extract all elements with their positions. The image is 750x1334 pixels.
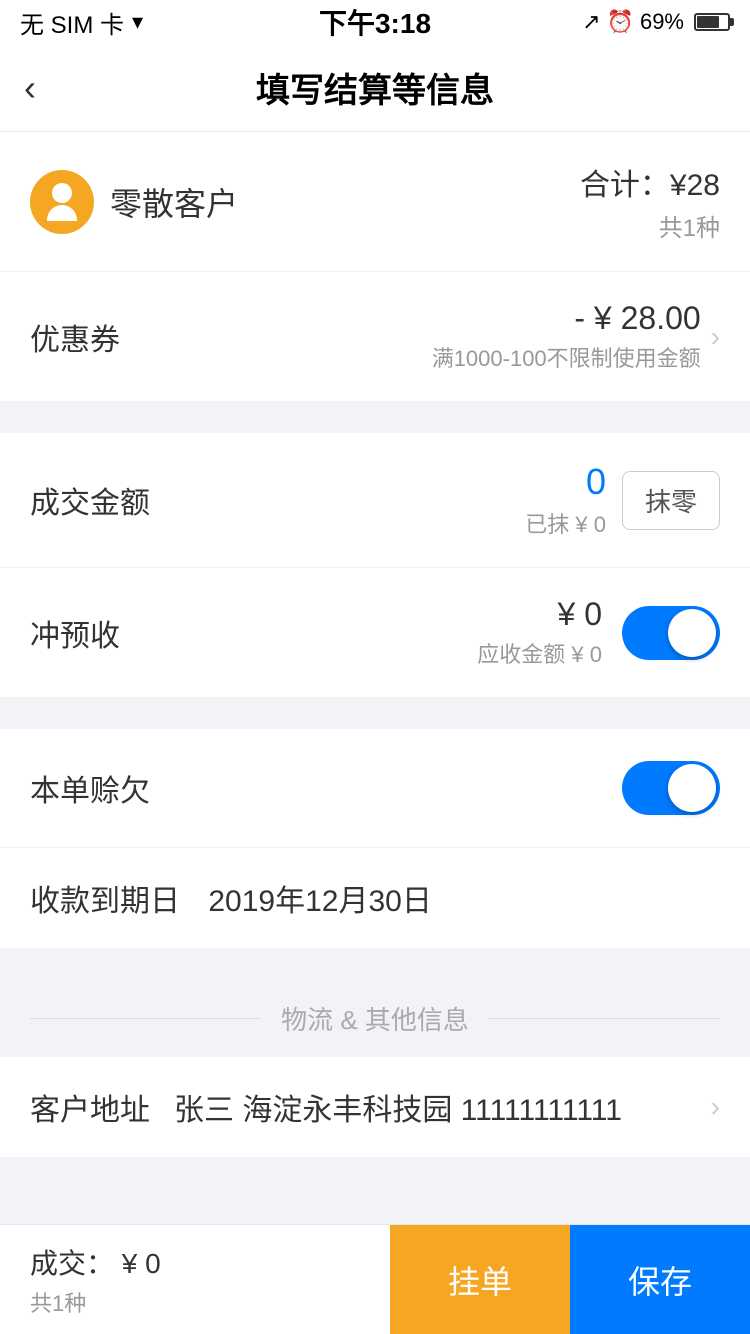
total-amount: 合计：¥28	[580, 160, 720, 204]
address-label: 客户地址	[30, 1085, 150, 1129]
round-button[interactable]: 抹零	[622, 471, 720, 530]
deal-amount-label: 成交金额	[30, 478, 150, 522]
battery-percentage: 69%	[640, 9, 684, 35]
credit-toggle-knob	[668, 764, 716, 812]
coupon-info: - ¥ 28.00 满1000-100不限制使用金额	[432, 300, 701, 373]
carrier-label: 无 SIM 卡	[20, 5, 124, 40]
battery-icon	[694, 13, 730, 31]
address-chevron-icon: ›	[711, 1091, 720, 1123]
section-divider	[0, 417, 750, 433]
avatar	[30, 170, 94, 234]
alarm-icon: ⏰	[607, 9, 634, 35]
coupon-desc: 满1000-100不限制使用金额	[432, 341, 701, 373]
deal-amount-area: 0 已抹 ¥ 0	[525, 461, 606, 539]
customer-row: 零散客户 合计：¥28 共1种	[0, 132, 750, 271]
due-date-value: 2019年12月30日	[208, 885, 431, 918]
hang-order-button[interactable]: 挂单	[390, 1225, 570, 1334]
due-date-row: 收款到期日 2019年12月30日	[0, 847, 750, 948]
customer-name: 零散客户	[110, 179, 238, 225]
wifi-icon: ▾	[132, 9, 143, 35]
prepay-row: 冲预收 ¥ 0 应收金额 ¥ 0	[0, 567, 750, 697]
prepay-right: ¥ 0 应收金额 ¥ 0	[477, 596, 720, 669]
due-date-label: 收款到期日	[30, 885, 180, 918]
bottom-deal-label: 成交： ¥ 0	[30, 1242, 360, 1282]
prepay-amount: ¥ 0	[477, 596, 602, 633]
section-divider-3	[0, 964, 750, 980]
page-title: 填写结算等信息	[256, 63, 494, 112]
status-left: 无 SIM 卡 ▾	[20, 5, 143, 40]
address-row[interactable]: 客户地址 张三 海淀永丰科技园 11111111111 ›	[0, 1057, 750, 1157]
deal-right: 0 已抹 ¥ 0 抹零	[525, 461, 720, 539]
coupon-row[interactable]: 优惠券 - ¥ 28.00 满1000-100不限制使用金额 ›	[0, 271, 750, 401]
deal-value: 0	[525, 461, 606, 503]
bottom-count: 共1种	[30, 1286, 360, 1318]
coupon-label: 优惠券	[30, 315, 120, 359]
coupon-right: - ¥ 28.00 满1000-100不限制使用金额 ›	[432, 300, 720, 373]
prepay-label: 冲预收	[30, 611, 120, 655]
bottom-bar: 成交： ¥ 0 共1种 挂单 保存	[0, 1224, 750, 1334]
bottom-deal-value: ¥ 0	[122, 1248, 161, 1279]
coupon-amount: - ¥ 28.00	[432, 300, 701, 337]
location-icon: ↗	[582, 9, 600, 35]
chevron-right-icon: ›	[711, 321, 720, 353]
logistics-label: 物流 & 其他信息	[261, 1000, 489, 1037]
address-value: 张三 海淀永丰科技园 11111111111	[174, 1085, 711, 1129]
prepay-info: ¥ 0 应收金额 ¥ 0	[477, 596, 602, 669]
deal-sub: 已抹 ¥ 0	[525, 507, 606, 539]
prepay-sub: 应收金额 ¥ 0	[477, 637, 602, 669]
status-bar: 无 SIM 卡 ▾ 下午3:18 ↗ ⏰ 69%	[0, 0, 750, 44]
credit-toggle[interactable]	[622, 761, 720, 815]
time-display: 下午3:18	[319, 2, 431, 42]
total-count: 共1种	[580, 208, 720, 243]
save-button[interactable]: 保存	[570, 1225, 750, 1334]
credit-label: 本单赊欠	[30, 766, 150, 810]
deal-amount-row: 成交金额 0 已抹 ¥ 0 抹零	[0, 433, 750, 567]
bottom-info: 成交： ¥ 0 共1种	[0, 1225, 390, 1334]
back-button[interactable]: ‹	[24, 70, 36, 106]
customer-left: 零散客户	[30, 170, 238, 234]
toggle-knob	[668, 609, 716, 657]
address-section: 客户地址 张三 海淀永丰科技园 11111111111 ›	[0, 1057, 750, 1157]
section-divider-2	[0, 713, 750, 729]
credit-section: 本单赊欠 收款到期日 2019年12月30日	[0, 729, 750, 948]
deal-amount-section: 成交金额 0 已抹 ¥ 0 抹零 冲预收 ¥ 0 应收金额 ¥ 0	[0, 433, 750, 697]
bottom-deal-prefix: 成交：	[30, 1248, 114, 1279]
customer-total: 合计：¥28 共1种	[580, 160, 720, 243]
prepay-toggle[interactable]	[622, 606, 720, 660]
status-right: ↗ ⏰ 69%	[582, 9, 730, 35]
nav-bar: ‹ 填写结算等信息	[0, 44, 750, 132]
logistics-divider: 物流 & 其他信息	[0, 980, 750, 1057]
customer-section: 零散客户 合计：¥28 共1种 优惠券 - ¥ 28.00 满1000-100不…	[0, 132, 750, 401]
credit-row: 本单赊欠	[0, 729, 750, 847]
